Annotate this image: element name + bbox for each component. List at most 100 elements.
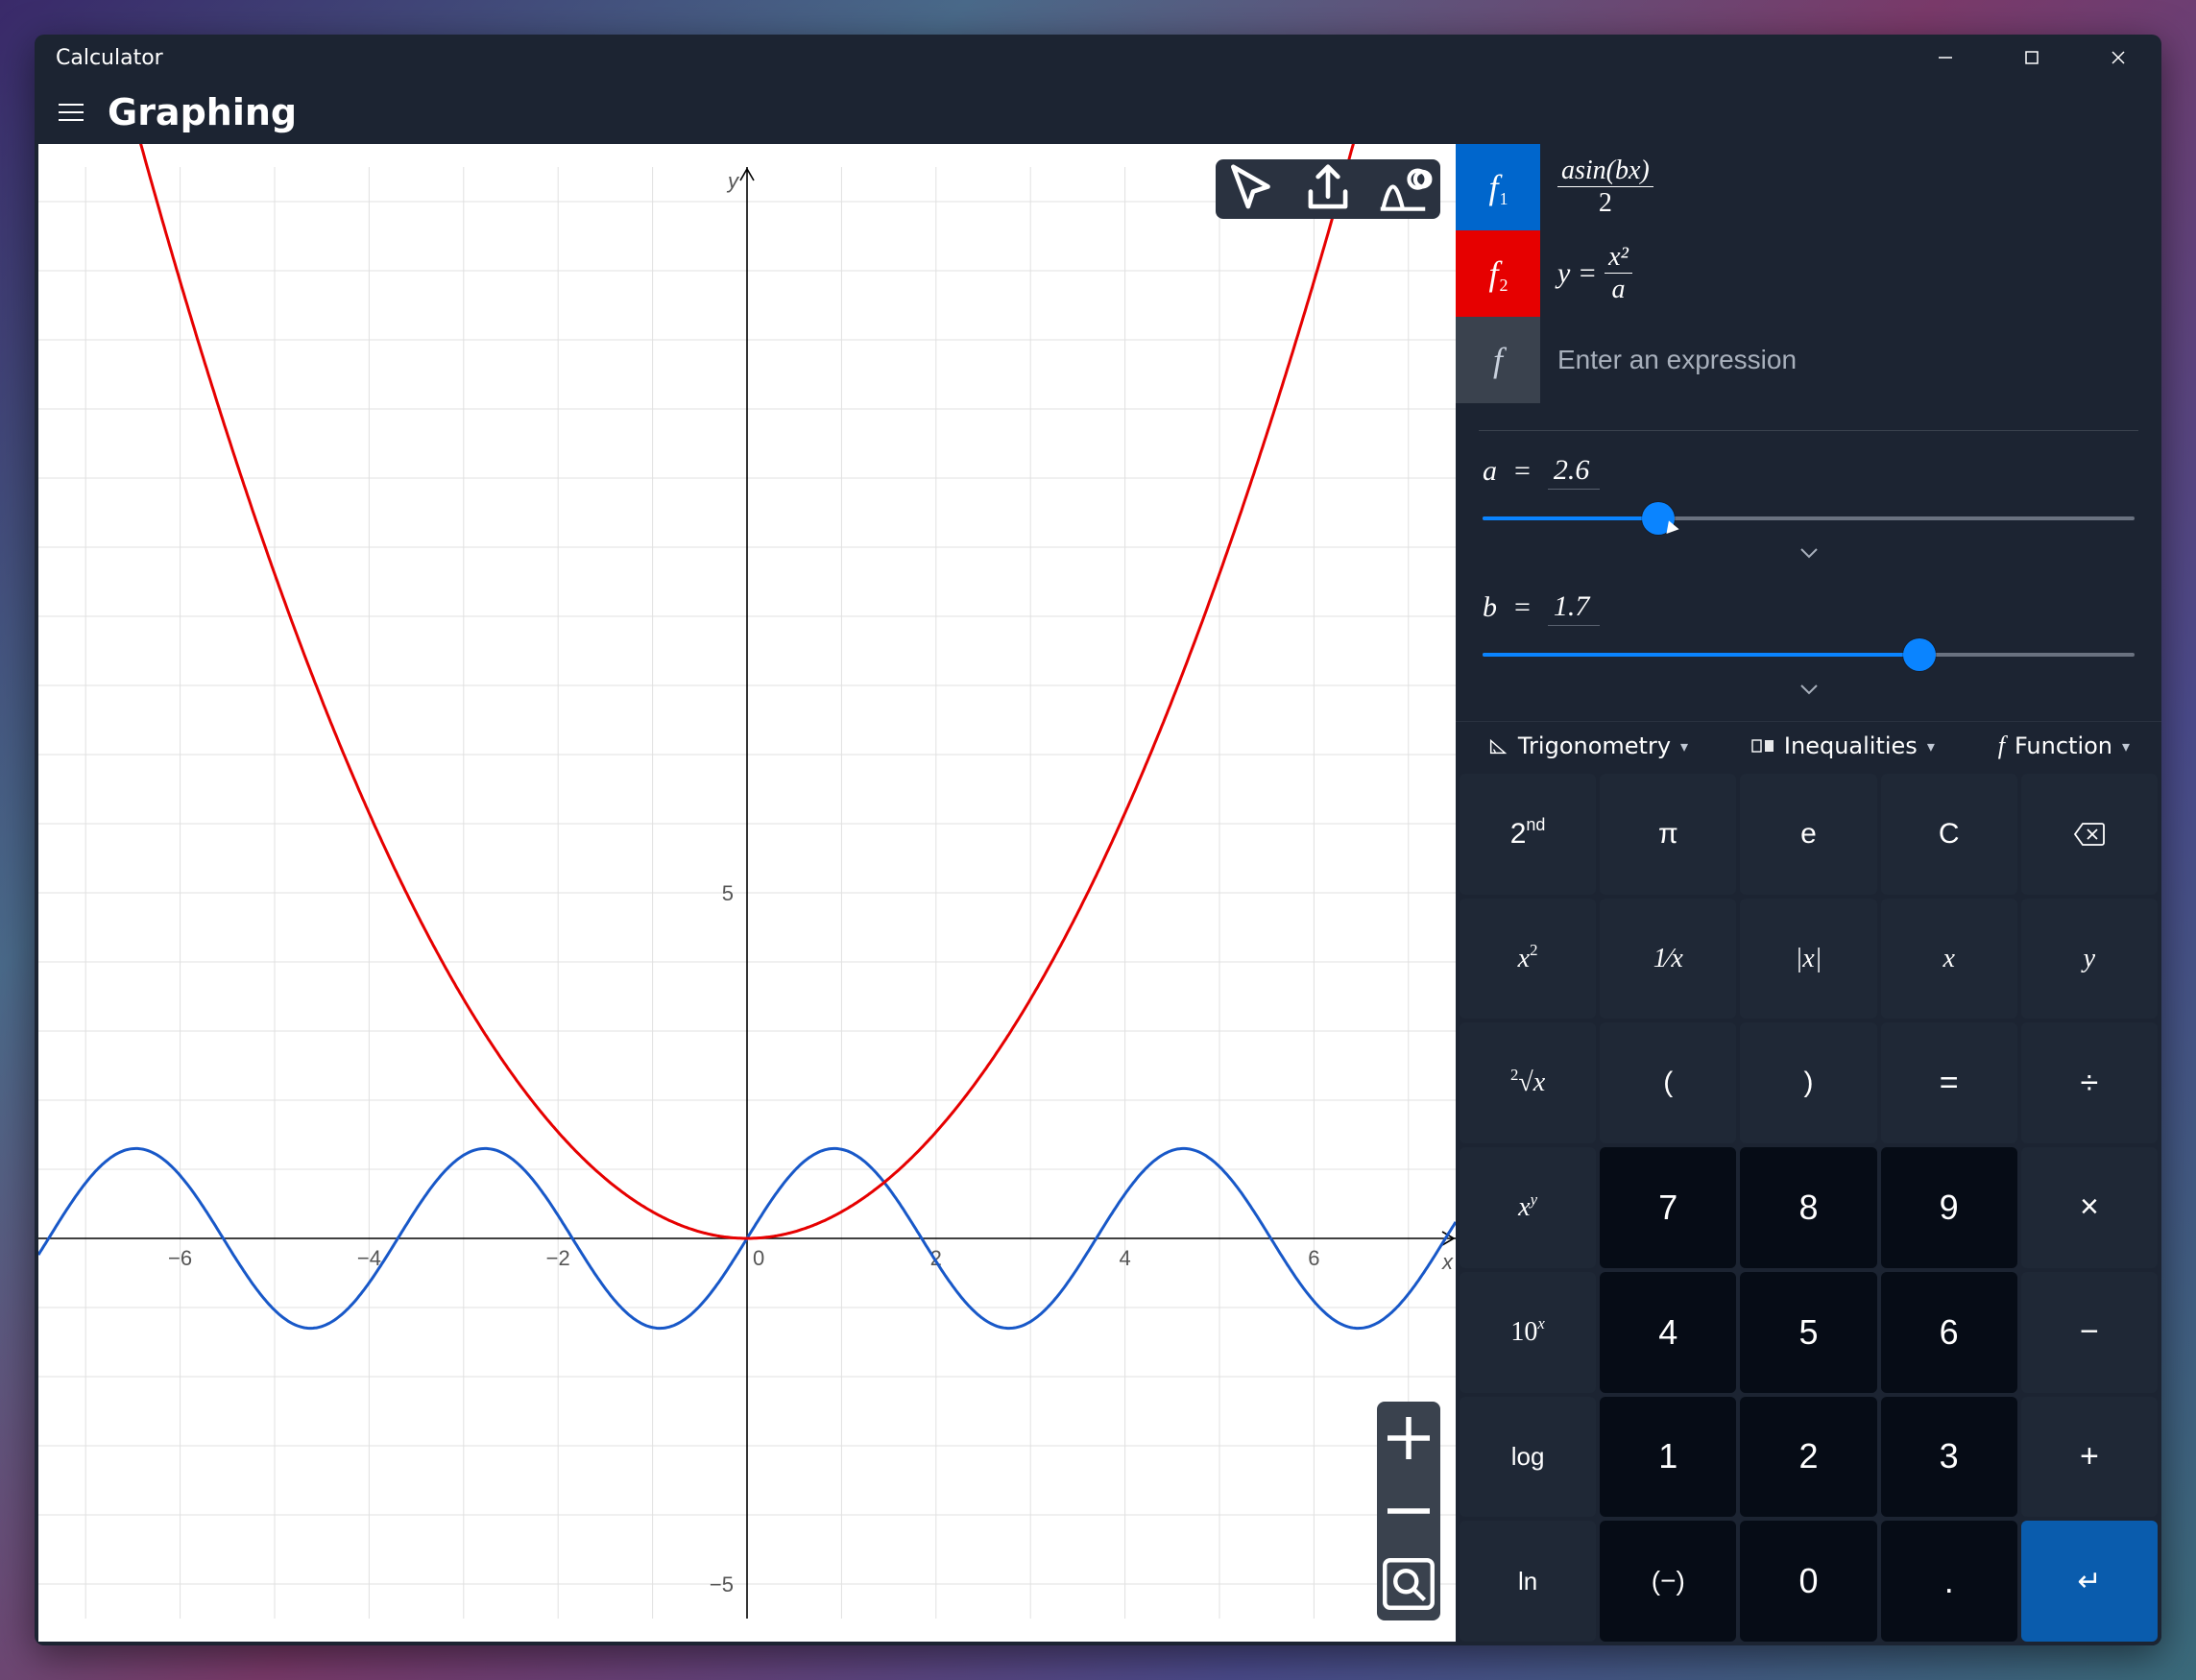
chevron-down-icon: [1799, 684, 1819, 695]
key-decimal[interactable]: .: [1881, 1521, 2017, 1642]
keypad-menu-row: Trigonometry ▾ Inequalities ▾ f Function…: [1456, 721, 2161, 770]
key-4[interactable]: 4: [1600, 1272, 1736, 1393]
var-a-slider[interactable]: [1483, 503, 2135, 534]
key-8[interactable]: 8: [1740, 1147, 1876, 1268]
svg-text:−2: −2: [546, 1246, 570, 1270]
key-5[interactable]: 5: [1740, 1272, 1876, 1393]
f-glyph: f: [1488, 253, 1498, 294]
right-panel: f1 asin(bx) 2 f2 y =: [1456, 144, 2161, 1645]
chevron-down-icon: ▾: [1927, 737, 1935, 756]
key-9[interactable]: 9: [1881, 1147, 2017, 1268]
f-glyph: f: [1493, 340, 1503, 380]
app-window: Calculator Graphing 0246−6−4−25−5yx: [35, 35, 2161, 1645]
variable-b-line: b = 1.7: [1483, 588, 2135, 626]
zoom-fit-button[interactable]: [1377, 1548, 1440, 1620]
var-b-slider-thumb[interactable]: [1903, 638, 1936, 671]
graph-canvas[interactable]: 0246−6−4−25−5yx: [38, 144, 1456, 1642]
key-10-pow-x[interactable]: 10x: [1460, 1272, 1596, 1393]
key-x-pow-y[interactable]: xy: [1460, 1147, 1596, 1268]
variable-b-block: b = 1.7: [1456, 585, 2161, 721]
key-multiply[interactable]: ×: [2021, 1147, 2158, 1268]
key-1[interactable]: 1: [1600, 1397, 1736, 1518]
key-equals[interactable]: =: [1881, 1022, 2017, 1143]
angle-icon: [1487, 735, 1508, 756]
key-backspace[interactable]: [2021, 774, 2158, 895]
backspace-icon: [2073, 822, 2106, 847]
key-lparen[interactable]: (: [1600, 1022, 1736, 1143]
svg-text:0: 0: [753, 1246, 764, 1270]
chevron-down-icon: [1799, 547, 1819, 559]
close-button[interactable]: [2075, 35, 2161, 81]
function-menu[interactable]: f Function ▾: [1998, 732, 2130, 760]
key-negate[interactable]: (−): [1600, 1521, 1736, 1642]
zoom-out-button[interactable]: [1377, 1475, 1440, 1548]
titlebar: Calculator: [35, 35, 2161, 81]
function-new-badge[interactable]: f: [1456, 317, 1540, 403]
graph-svg: 0246−6−4−25−5yx: [38, 144, 1456, 1642]
menu-icon[interactable]: [52, 93, 90, 132]
key-enter[interactable]: ↵: [2021, 1521, 2158, 1642]
function-icon: f: [1998, 732, 2005, 760]
var-a-value[interactable]: 2.6: [1548, 452, 1600, 490]
chevron-down-icon: ▾: [2122, 737, 2130, 756]
function-list: f1 asin(bx) 2 f2 y =: [1456, 144, 2161, 403]
svg-text:6: 6: [1308, 1246, 1319, 1270]
var-b-expand[interactable]: [1483, 670, 2135, 717]
trigonometry-menu[interactable]: Trigonometry ▾: [1487, 732, 1688, 760]
variable-a-block: a = 2.6: [1456, 448, 2161, 585]
key-plus[interactable]: +: [2021, 1397, 2158, 1518]
key-7[interactable]: 7: [1600, 1147, 1736, 1268]
key-divide[interactable]: ÷: [2021, 1022, 2158, 1143]
var-b-slider[interactable]: [1483, 639, 2135, 670]
zoom-in-button[interactable]: [1377, 1402, 1440, 1475]
function-row-1[interactable]: f1 asin(bx) 2: [1456, 144, 2161, 230]
key-3[interactable]: 3: [1881, 1397, 2017, 1518]
var-b-value[interactable]: 1.7: [1548, 588, 1600, 626]
key-rparen[interactable]: ): [1740, 1022, 1876, 1143]
function-row-new[interactable]: f Enter an expression: [1456, 317, 2161, 403]
svg-text:−5: −5: [710, 1572, 734, 1596]
key-e[interactable]: e: [1740, 774, 1876, 895]
trace-cursor-button[interactable]: [1216, 159, 1291, 219]
f-glyph: f: [1488, 167, 1498, 207]
key-pi[interactable]: π: [1600, 774, 1736, 895]
key-reciprocal[interactable]: 1⁄x: [1600, 899, 1736, 1020]
graph-options-button[interactable]: [1365, 159, 1440, 219]
key-abs[interactable]: |x|: [1740, 899, 1876, 1020]
content: 0246−6−4−25−5yx: [35, 144, 2161, 1645]
minimize-button[interactable]: [1902, 35, 1989, 81]
app-title: Calculator: [56, 46, 163, 70]
mode-title: Graphing: [108, 91, 297, 133]
key-x[interactable]: x: [1881, 899, 2017, 1020]
zoom-controls: [1377, 1402, 1440, 1620]
key-0[interactable]: 0: [1740, 1521, 1876, 1642]
maximize-button[interactable]: [1989, 35, 2075, 81]
svg-text:5: 5: [722, 881, 734, 905]
key-sqrt[interactable]: 2√x: [1460, 1022, 1596, 1143]
key-minus[interactable]: −: [2021, 1272, 2158, 1393]
inequalities-icon: [1751, 736, 1774, 756]
function-1-expression[interactable]: asin(bx) 2: [1540, 144, 2161, 230]
var-a-name: a: [1483, 455, 1497, 488]
function-1-badge[interactable]: f1: [1456, 144, 1540, 230]
key-log[interactable]: log: [1460, 1397, 1596, 1518]
key-clear[interactable]: C: [1881, 774, 2017, 895]
key-2[interactable]: 2: [1740, 1397, 1876, 1518]
var-a-expand[interactable]: [1483, 534, 2135, 581]
var-a-slider-thumb[interactable]: [1642, 502, 1675, 535]
key-ln[interactable]: ln: [1460, 1521, 1596, 1642]
inequalities-menu[interactable]: Inequalities ▾: [1751, 732, 1935, 760]
key-2nd[interactable]: 2nd: [1460, 774, 1596, 895]
variable-a-line: a = 2.6: [1483, 452, 2135, 490]
graph-toolbar: [1216, 159, 1440, 219]
var-b-name: b: [1483, 591, 1497, 624]
svg-text:−4: −4: [357, 1246, 381, 1270]
key-x-squared[interactable]: x2: [1460, 899, 1596, 1020]
function-new-input[interactable]: Enter an expression: [1540, 317, 2161, 403]
key-6[interactable]: 6: [1881, 1272, 2017, 1393]
function-2-expression[interactable]: y = x² a: [1540, 230, 2161, 317]
function-2-badge[interactable]: f2: [1456, 230, 1540, 317]
key-y[interactable]: y: [2021, 899, 2158, 1020]
function-row-2[interactable]: f2 y = x² a: [1456, 230, 2161, 317]
share-button[interactable]: [1291, 159, 1365, 219]
